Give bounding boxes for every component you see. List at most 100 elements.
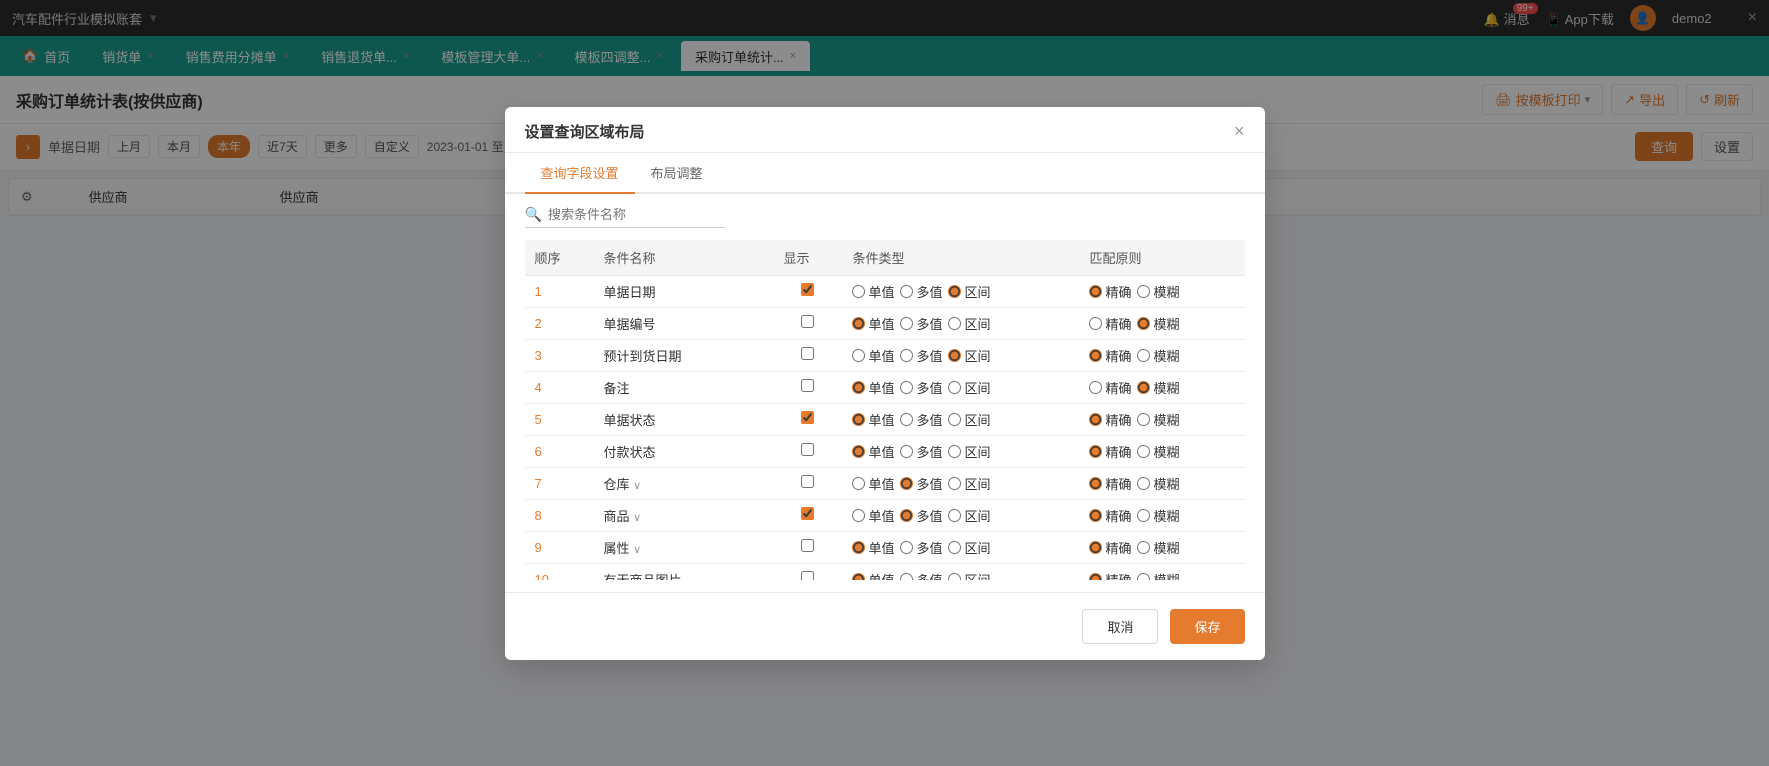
match-radio-精确[interactable]: 精确 bbox=[1089, 538, 1131, 557]
type-radio-单值[interactable]: 单值 bbox=[852, 410, 894, 429]
display-checkbox-6[interactable] bbox=[801, 443, 814, 456]
row-display-toggle[interactable] bbox=[773, 531, 842, 563]
type-radio-多值[interactable]: 多值 bbox=[900, 346, 942, 365]
display-checkbox-2[interactable] bbox=[801, 315, 814, 328]
display-checkbox-7[interactable] bbox=[801, 475, 814, 488]
table-row: 5单据状态单值多值区间精确模糊 bbox=[525, 403, 1245, 435]
row-condition-name: 付款状态 bbox=[594, 435, 774, 467]
match-radio-精确[interactable]: 精确 bbox=[1089, 506, 1131, 525]
type-radio-区间[interactable]: 区间 bbox=[948, 410, 990, 429]
type-radio-区间[interactable]: 区间 bbox=[948, 474, 990, 493]
match-radio-精确[interactable]: 精确 bbox=[1089, 570, 1131, 580]
match-radio-模糊[interactable]: 模糊 bbox=[1137, 442, 1179, 461]
match-radio-精确[interactable]: 精确 bbox=[1089, 346, 1131, 365]
type-radio-单值[interactable]: 单值 bbox=[852, 442, 894, 461]
row-display-toggle[interactable] bbox=[773, 563, 842, 580]
row-type-options: 单值多值区间 bbox=[842, 467, 1079, 499]
type-radio-单值[interactable]: 单值 bbox=[852, 314, 894, 333]
row-type-options: 单值多值区间 bbox=[842, 563, 1079, 580]
type-radio-区间[interactable]: 区间 bbox=[948, 378, 990, 397]
type-radio-单值[interactable]: 单值 bbox=[852, 282, 894, 301]
type-radio-区间[interactable]: 区间 bbox=[948, 570, 990, 580]
match-radio-精确[interactable]: 精确 bbox=[1089, 378, 1131, 397]
table-row: 4备注单值多值区间精确模糊 bbox=[525, 371, 1245, 403]
match-radio-模糊[interactable]: 模糊 bbox=[1137, 410, 1179, 429]
type-radio-区间[interactable]: 区间 bbox=[948, 282, 990, 301]
type-radio-多值[interactable]: 多值 bbox=[900, 378, 942, 397]
type-radio-多值[interactable]: 多值 bbox=[900, 442, 942, 461]
row-display-toggle[interactable] bbox=[773, 371, 842, 403]
tab-layout-adjust[interactable]: 布局调整 bbox=[635, 153, 719, 194]
type-radio-单值[interactable]: 单值 bbox=[852, 506, 894, 525]
row-match-options: 精确模糊 bbox=[1079, 435, 1244, 467]
dialog-close-btn[interactable]: × bbox=[1234, 122, 1245, 140]
row-display-toggle[interactable] bbox=[773, 467, 842, 499]
type-radio-区间[interactable]: 区间 bbox=[948, 506, 990, 525]
display-checkbox-1[interactable] bbox=[801, 283, 814, 296]
display-checkbox-3[interactable] bbox=[801, 347, 814, 360]
row-type-options: 单值多值区间 bbox=[842, 531, 1079, 563]
type-radio-多值[interactable]: 多值 bbox=[900, 314, 942, 333]
type-radio-多值[interactable]: 多值 bbox=[900, 282, 942, 301]
row-type-options: 单值多值区间 bbox=[842, 275, 1079, 307]
row-display-toggle[interactable] bbox=[773, 403, 842, 435]
type-radio-单值[interactable]: 单值 bbox=[852, 538, 894, 557]
display-checkbox-5[interactable] bbox=[801, 411, 814, 424]
row-display-toggle[interactable] bbox=[773, 499, 842, 531]
type-radio-单值[interactable]: 单值 bbox=[852, 346, 894, 365]
match-radio-精确[interactable]: 精确 bbox=[1089, 314, 1131, 333]
match-radio-模糊[interactable]: 模糊 bbox=[1137, 346, 1179, 365]
match-radio-模糊[interactable]: 模糊 bbox=[1137, 378, 1179, 397]
type-radio-区间[interactable]: 区间 bbox=[948, 538, 990, 557]
row-display-toggle[interactable] bbox=[773, 339, 842, 371]
type-radio-多值[interactable]: 多值 bbox=[900, 410, 942, 429]
row-type-options: 单值多值区间 bbox=[842, 339, 1079, 371]
display-checkbox-8[interactable] bbox=[801, 507, 814, 520]
match-radio-模糊[interactable]: 模糊 bbox=[1137, 474, 1179, 493]
table-row: 1单据日期单值多值区间精确模糊 bbox=[525, 275, 1245, 307]
row-match-options: 精确模糊 bbox=[1079, 403, 1244, 435]
type-radio-单值[interactable]: 单值 bbox=[852, 570, 894, 580]
row-display-toggle[interactable] bbox=[773, 275, 842, 307]
match-radio-模糊[interactable]: 模糊 bbox=[1137, 538, 1179, 557]
cancel-btn[interactable]: 取消 bbox=[1082, 609, 1158, 644]
type-radio-多值[interactable]: 多值 bbox=[900, 474, 942, 493]
type-radio-多值[interactable]: 多值 bbox=[900, 506, 942, 525]
match-radio-模糊[interactable]: 模糊 bbox=[1137, 570, 1179, 580]
match-radio-模糊[interactable]: 模糊 bbox=[1137, 314, 1179, 333]
row-order: 8 bbox=[525, 499, 594, 531]
type-radio-区间[interactable]: 区间 bbox=[948, 314, 990, 333]
type-radio-单值[interactable]: 单值 bbox=[852, 378, 894, 397]
tab-query-fields[interactable]: 查询字段设置 bbox=[525, 153, 635, 194]
save-btn[interactable]: 保存 bbox=[1170, 609, 1244, 644]
th-order: 顺序 bbox=[525, 240, 594, 276]
row-condition-name: 仓库 ∨ bbox=[594, 467, 774, 499]
match-radio-精确[interactable]: 精确 bbox=[1089, 410, 1131, 429]
row-match-options: 精确模糊 bbox=[1079, 499, 1244, 531]
dialog-tab-bar: 查询字段设置 布局调整 bbox=[505, 153, 1265, 194]
table-row: 9属性 ∨单值多值区间精确模糊 bbox=[525, 531, 1245, 563]
type-radio-单值[interactable]: 单值 bbox=[852, 474, 894, 493]
row-condition-name: 属性 ∨ bbox=[594, 531, 774, 563]
match-radio-精确[interactable]: 精确 bbox=[1089, 442, 1131, 461]
display-checkbox-4[interactable] bbox=[801, 379, 814, 392]
type-radio-区间[interactable]: 区间 bbox=[948, 442, 990, 461]
display-checkbox-10[interactable] bbox=[801, 571, 814, 580]
dialog-header: 设置查询区域布局 × bbox=[505, 107, 1265, 153]
match-radio-模糊[interactable]: 模糊 bbox=[1137, 506, 1179, 525]
match-radio-精确[interactable]: 精确 bbox=[1089, 474, 1131, 493]
type-radio-多值[interactable]: 多值 bbox=[900, 570, 942, 580]
row-type-options: 单值多值区间 bbox=[842, 307, 1079, 339]
modal-overlay: 设置查询区域布局 × 查询字段设置 布局调整 🔍 顺序 条件名称 bbox=[0, 0, 1769, 766]
row-condition-name: 备注 bbox=[594, 371, 774, 403]
row-display-toggle[interactable] bbox=[773, 307, 842, 339]
condition-search-input[interactable] bbox=[548, 207, 708, 222]
row-condition-name: 有无商品图片 bbox=[594, 563, 774, 580]
row-order: 2 bbox=[525, 307, 594, 339]
type-radio-区间[interactable]: 区间 bbox=[948, 346, 990, 365]
match-radio-精确[interactable]: 精确 bbox=[1089, 282, 1131, 301]
display-checkbox-9[interactable] bbox=[801, 539, 814, 552]
match-radio-模糊[interactable]: 模糊 bbox=[1137, 282, 1179, 301]
type-radio-多值[interactable]: 多值 bbox=[900, 538, 942, 557]
row-display-toggle[interactable] bbox=[773, 435, 842, 467]
